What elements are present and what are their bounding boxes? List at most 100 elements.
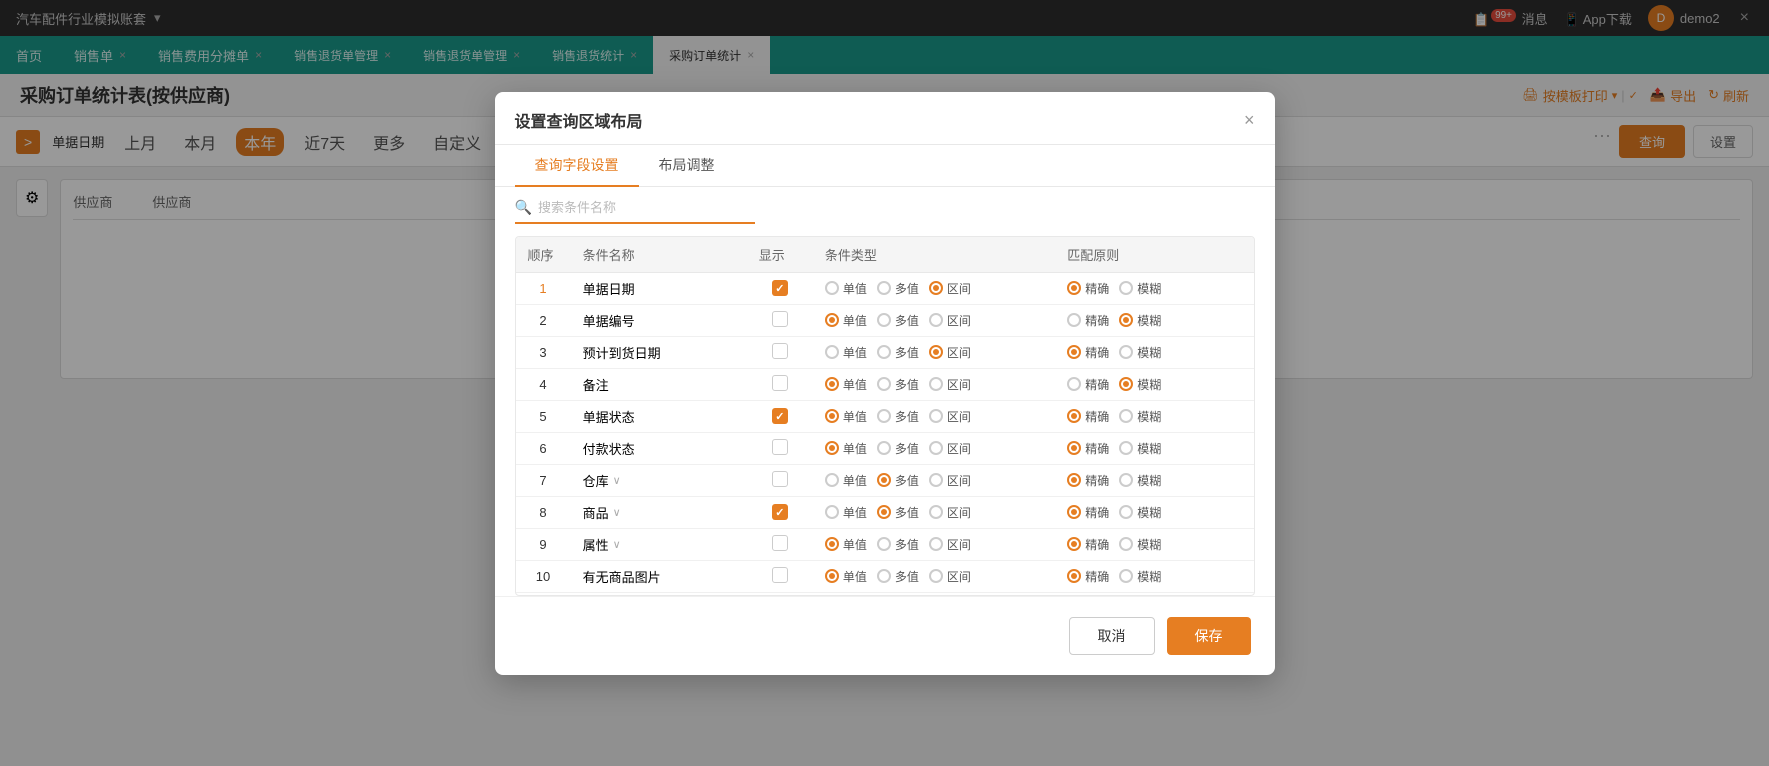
type-radio-单值[interactable]: 单值 [825,504,867,521]
type-radio-区间[interactable]: 区间 [929,408,971,425]
match-radio-精确[interactable]: 精确 [1067,472,1109,489]
cell-name: 预计到货日期 [571,336,747,368]
type-radio-多值[interactable]: 多值 [877,344,919,361]
type-radio-多值[interactable]: 多值 [877,504,919,521]
show-checkbox[interactable] [772,311,788,327]
radio-dot-icon [929,313,943,327]
type-radio-多值[interactable]: 多值 [877,568,919,585]
cell-match: 精确模糊 [1055,432,1253,464]
show-checkbox[interactable] [772,535,788,551]
match-radio-模糊[interactable]: 模糊 [1119,536,1161,553]
match-radio-精确[interactable]: 精确 [1067,344,1109,361]
type-radio-多值[interactable]: 多值 [877,312,919,329]
radio-label: 单值 [843,504,867,521]
type-radio-单值[interactable]: 单值 [825,440,867,457]
radio-dot-icon [825,441,839,455]
radio-dot-icon [877,409,891,423]
radio-label: 区间 [947,472,971,489]
type-radio-多值[interactable]: 多值 [877,536,919,553]
search-input[interactable] [538,200,738,215]
type-radio-单值[interactable]: 单值 [825,376,867,393]
type-radio-单值[interactable]: 单值 [825,344,867,361]
radio-dot-icon [877,505,891,519]
match-radio-精确[interactable]: 精确 [1067,440,1109,457]
type-radio-单值[interactable]: 单值 [825,312,867,329]
cell-name: 单据日期 [571,272,747,304]
type-radio-多值[interactable]: 多值 [877,440,919,457]
cell-type: 单值多值 区间 [813,464,1055,496]
match-radio-精确[interactable]: 精确 [1067,568,1109,585]
cell-type: 单值 多值区间 [813,336,1055,368]
settings-table-scroll[interactable]: 顺序 条件名称 显示 条件类型 匹配原则 1单据日期单值多值区间精确模糊2单据编… [515,236,1255,596]
expand-arrow-icon[interactable]: ∨ [613,538,621,551]
type-radio-区间[interactable]: 区间 [929,280,971,297]
match-radio-精确[interactable]: 精确 [1067,408,1109,425]
show-checkbox[interactable] [772,408,788,424]
th-name: 条件名称 [571,237,747,273]
match-radio-模糊[interactable]: 模糊 [1119,568,1161,585]
match-radio-精确[interactable]: 精确 [1067,536,1109,553]
modal-overlay[interactable]: 设置查询区域布局 × 查询字段设置 布局调整 🔍 [0,0,1769,766]
radio-label: 精确 [1085,344,1109,361]
type-radio-区间[interactable]: 区间 [929,536,971,553]
match-radio-精确[interactable]: 精确 [1067,280,1109,297]
radio-dot-icon [877,537,891,551]
radio-dot-icon [825,473,839,487]
cell-match: 精确 模糊 [1055,496,1253,528]
cancel-button[interactable]: 取消 [1069,617,1155,655]
type-radio-区间[interactable]: 区间 [929,344,971,361]
modal-close-button[interactable]: × [1244,111,1255,129]
match-radio-模糊[interactable]: 模糊 [1119,344,1161,361]
match-radio-精确[interactable]: 精确 [1067,312,1109,329]
radio-label: 多值 [895,344,919,361]
match-radio-模糊[interactable]: 模糊 [1119,504,1161,521]
expand-arrow-icon[interactable]: ∨ [613,474,621,487]
radio-dot-icon [877,313,891,327]
type-radio-单值[interactable]: 单值 [825,536,867,553]
show-checkbox[interactable] [772,280,788,296]
type-radio-多值[interactable]: 多值 [877,280,919,297]
cancel-label: 取消 [1098,628,1126,644]
match-radio-模糊[interactable]: 模糊 [1119,472,1161,489]
type-radio-单值[interactable]: 单值 [825,408,867,425]
show-checkbox[interactable] [772,504,788,520]
show-checkbox[interactable] [772,343,788,359]
type-radio-区间[interactable]: 区间 [929,472,971,489]
radio-label: 单值 [843,408,867,425]
type-radio-单值[interactable]: 单值 [825,568,867,585]
type-radio-区间[interactable]: 区间 [929,440,971,457]
radio-dot-icon [1067,537,1081,551]
match-radio-精确[interactable]: 精确 [1067,504,1109,521]
cell-match: 精确模糊 [1055,368,1253,400]
type-radio-单值[interactable]: 单值 [825,280,867,297]
match-radio-模糊[interactable]: 模糊 [1119,376,1161,393]
radio-dot-icon [1119,377,1133,391]
match-radio-模糊[interactable]: 模糊 [1119,440,1161,457]
show-checkbox[interactable] [772,567,788,583]
modal-tab-query-fields[interactable]: 查询字段设置 [515,145,639,187]
match-radio-模糊[interactable]: 模糊 [1119,312,1161,329]
cell-match: 精确模糊 [1055,272,1253,304]
type-radio-区间[interactable]: 区间 [929,312,971,329]
expand-arrow-icon[interactable]: ∨ [613,506,621,519]
type-radio-单值[interactable]: 单值 [825,472,867,489]
modal-tab-layout[interactable]: 布局调整 [639,145,735,187]
match-radio-模糊[interactable]: 模糊 [1119,408,1161,425]
show-checkbox[interactable] [772,439,788,455]
type-radio-区间[interactable]: 区间 [929,504,971,521]
save-button[interactable]: 保存 [1167,617,1251,655]
type-radio-区间[interactable]: 区间 [929,376,971,393]
radio-label: 模糊 [1137,504,1161,521]
show-checkbox[interactable] [772,471,788,487]
modal-tab-layout-label: 布局调整 [659,157,715,173]
match-radio-模糊[interactable]: 模糊 [1119,280,1161,297]
modal-tab-query-fields-label: 查询字段设置 [535,157,619,173]
type-radio-多值[interactable]: 多值 [877,408,919,425]
th-show: 显示 [747,237,813,273]
type-radio-区间[interactable]: 区间 [929,568,971,585]
match-radio-精确[interactable]: 精确 [1067,376,1109,393]
type-radio-多值[interactable]: 多值 [877,376,919,393]
radio-label: 单值 [843,376,867,393]
show-checkbox[interactable] [772,375,788,391]
type-radio-多值[interactable]: 多值 [877,472,919,489]
